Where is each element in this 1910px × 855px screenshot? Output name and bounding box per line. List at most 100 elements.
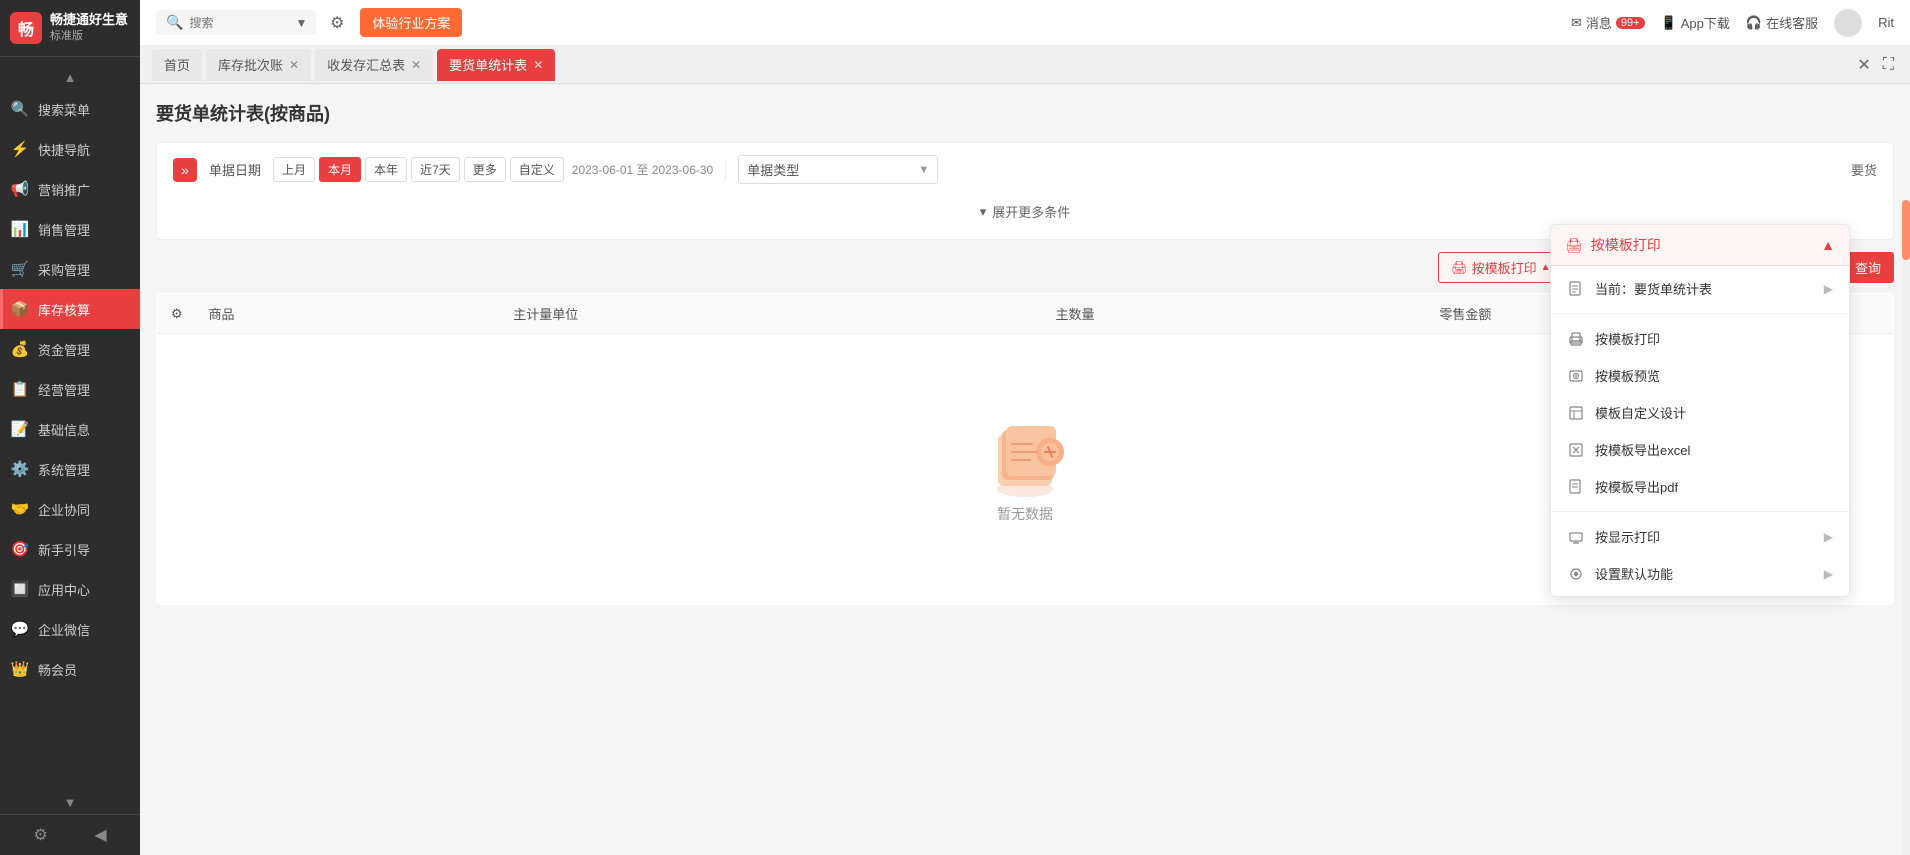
tab-bar: 首页 库存批次账 ✕ 收发存汇总表 ✕ 要货单统计表 ✕ ✕ ⛶ xyxy=(140,46,1910,84)
sidebar-item-label: 库存核算 xyxy=(38,300,90,319)
sidebar-item-label: 销售管理 xyxy=(38,220,90,239)
sidebar-item-business[interactable]: 📋 经营管理 xyxy=(0,369,140,409)
tab-maximize-btn[interactable]: ⛶ xyxy=(1879,52,1898,78)
download-icon: 📱 xyxy=(1661,15,1677,31)
tab-close-btn[interactable]: ✕ xyxy=(289,59,299,71)
dropdown-section-current: 当前：要货单统计表 ▶ xyxy=(1551,266,1849,311)
dropdown-default-left: 设置默认功能 xyxy=(1567,564,1673,583)
template-print-icon xyxy=(1567,330,1585,348)
dropdown-current-item[interactable]: 当前：要货单统计表 ▶ xyxy=(1551,270,1849,307)
dropdown-set-default[interactable]: 设置默认功能 ▶ xyxy=(1551,555,1849,592)
header-search-bar[interactable]: 🔍 ▼ xyxy=(156,10,316,35)
sidebar-item-marketing[interactable]: 📢 营销推广 xyxy=(0,169,140,209)
tab-label: 首页 xyxy=(164,55,190,74)
period-btn-last-month[interactable]: 上月 xyxy=(273,157,315,182)
sidebar-item-system[interactable]: ⚙️ 系统管理 xyxy=(0,449,140,489)
system-icon: ⚙️ xyxy=(10,459,30,479)
sidebar-item-finance[interactable]: 💰 资金管理 xyxy=(0,329,140,369)
sidebar-item-guide[interactable]: 🎯 新手引导 xyxy=(0,529,140,569)
column-settings-icon[interactable]: ⚙ xyxy=(171,306,183,321)
header-gear-btn[interactable]: ⚙ xyxy=(330,13,344,33)
messages-badge: 99+ xyxy=(1616,17,1645,29)
sidebar-item-quick-nav[interactable]: ⚡ 快捷导航 xyxy=(0,129,140,169)
tab-close-btn[interactable]: ✕ xyxy=(411,59,421,71)
sidebar-item-label: 企业协同 xyxy=(38,500,90,519)
expand-more-row: ▾ 展开更多条件 xyxy=(173,192,1877,227)
tab-order-stats[interactable]: 要货单统计表 ✕ xyxy=(437,49,555,81)
dropdown-collapse-btn[interactable]: ▲ xyxy=(1821,237,1835,253)
sidebar-item-sales[interactable]: 📊 销售管理 xyxy=(0,209,140,249)
chevron-right-icon: ▶ xyxy=(1824,282,1833,296)
expand-more-btn[interactable]: ▾ 展开更多条件 xyxy=(964,196,1087,227)
app-download-btn[interactable]: 📱 App下载 xyxy=(1661,13,1730,32)
tab-receipts-summary[interactable]: 收发存汇总表 ✕ xyxy=(315,49,433,81)
dropdown-item-template-pdf[interactable]: 按模板导出pdf xyxy=(1551,468,1849,505)
template-excel-icon xyxy=(1567,441,1585,459)
sidebar-scroll-up[interactable]: ▲ xyxy=(64,65,77,89)
settings-footer-btn[interactable]: ⚙ xyxy=(33,825,47,845)
header-search-dropdown-btn[interactable]: ▼ xyxy=(295,16,307,30)
sidebar-nav: 🔍 搜索菜单 ⚡ 快捷导航 📢 营销推广 📊 销售管理 🛒 采购管理 📦 库存核… xyxy=(0,89,140,790)
dropdown-display-print[interactable]: 按显示打印 ▶ xyxy=(1551,518,1849,555)
scrollbar-thumb xyxy=(1902,200,1910,260)
period-btn-7days[interactable]: 近7天 xyxy=(411,157,460,182)
doc-type-label: 单据类型 xyxy=(747,160,799,179)
dropdown-current-left: 当前：要货单统计表 xyxy=(1567,279,1712,298)
dropdown-item-template-design[interactable]: 模板自定义设计 xyxy=(1551,394,1849,431)
sidebar-footer: ⚙ ◀ xyxy=(0,814,140,855)
print-template-btn[interactable]: 🖨 按模板打印 ▲ xyxy=(1438,252,1563,283)
user-avatar[interactable] xyxy=(1834,9,1862,37)
dropdown-header-right: ▲ xyxy=(1821,237,1835,253)
sidebar-item-inventory[interactable]: 📦 库存核算 xyxy=(0,289,140,329)
table-col-qty: 主数量 xyxy=(1043,294,1427,334)
dropdown-header-title: 🖨 按模板打印 xyxy=(1565,235,1661,255)
username-label: Rit xyxy=(1878,15,1894,30)
sidebar-item-label: 系统管理 xyxy=(38,460,90,479)
inventory-icon: 📦 xyxy=(10,299,30,319)
sidebar-item-purchase[interactable]: 🛒 采购管理 xyxy=(0,249,140,289)
chevron-right-icon-2: ▶ xyxy=(1824,530,1833,544)
sidebar-item-collab[interactable]: 🤝 企业协同 xyxy=(0,489,140,529)
period-btn-more[interactable]: 更多 xyxy=(464,157,506,182)
online-service-btn[interactable]: 🎧 在线客服 xyxy=(1746,13,1818,32)
print-dropdown-menu: 🖨 按模板打印 ▲ 当前：要货单统计表 ▶ xyxy=(1550,224,1850,597)
expand-icon: ▾ xyxy=(980,204,987,220)
dropdown-item-template-preview[interactable]: 按模板预览 xyxy=(1551,357,1849,394)
service-icon: 🎧 xyxy=(1746,15,1762,31)
template-preview-icon xyxy=(1567,367,1585,385)
period-btn-this-year[interactable]: 本年 xyxy=(365,157,407,182)
sidebar-item-search[interactable]: 🔍 搜索菜单 xyxy=(0,89,140,129)
collapse-sidebar-btn[interactable]: ◀ xyxy=(94,825,106,845)
tab-close-all-btn[interactable]: ✕ xyxy=(1853,51,1874,79)
filter-row: » 单据日期 上月 本月 本年 近7天 更多 自定义 2023-06-01 至 … xyxy=(173,155,1877,184)
tab-batch-accounts[interactable]: 库存批次账 ✕ xyxy=(206,49,311,81)
sidebar-item-label: 应用中心 xyxy=(38,580,90,599)
period-btn-custom[interactable]: 自定义 xyxy=(510,157,564,182)
table-settings-col[interactable]: ⚙ xyxy=(157,294,197,334)
dropdown-item-template-print[interactable]: 按模板打印 xyxy=(1551,320,1849,357)
messages-btn[interactable]: ✉ 消息 99+ xyxy=(1571,13,1645,32)
main-area: 🔍 ▼ ⚙ 体验行业方案 ✉ 消息 99+ 📱 App下载 🎧 在线客服 Rit xyxy=(140,0,1910,855)
sidebar-scroll-down[interactable]: ▼ xyxy=(64,790,77,814)
tab-close-btn[interactable]: ✕ xyxy=(533,59,543,71)
print-icon: 🖨 xyxy=(1451,260,1468,276)
basic-icon: 📝 xyxy=(10,419,30,439)
sidebar-item-apps[interactable]: 🔲 应用中心 xyxy=(0,569,140,609)
sidebar-item-wechat[interactable]: 💬 企业微信 xyxy=(0,609,140,649)
quick-nav-icon: ⚡ xyxy=(10,139,30,159)
doc-type-select[interactable]: 单据类型 ▼ xyxy=(738,155,938,184)
date-range-text: 2023-06-01 至 2023-06-30 xyxy=(572,161,713,178)
tab-home[interactable]: 首页 xyxy=(152,49,202,81)
header-search-input[interactable] xyxy=(189,16,289,30)
collab-icon: 🤝 xyxy=(10,499,30,519)
right-scrollbar[interactable] xyxy=(1902,200,1910,855)
dropdown-item-template-excel[interactable]: 按模板导出excel xyxy=(1551,431,1849,468)
apps-icon: 🔲 xyxy=(10,579,30,599)
sidebar-item-member[interactable]: 👑 畅会员 xyxy=(0,649,140,689)
sidebar-item-basic[interactable]: 📝 基础信息 xyxy=(0,409,140,449)
filter-toggle-btn[interactable]: » xyxy=(173,158,197,182)
current-doc-icon xyxy=(1567,280,1585,298)
period-btn-this-month[interactable]: 本月 xyxy=(319,157,361,182)
trial-btn[interactable]: 体验行业方案 xyxy=(360,8,462,37)
set-default-icon xyxy=(1567,565,1585,583)
